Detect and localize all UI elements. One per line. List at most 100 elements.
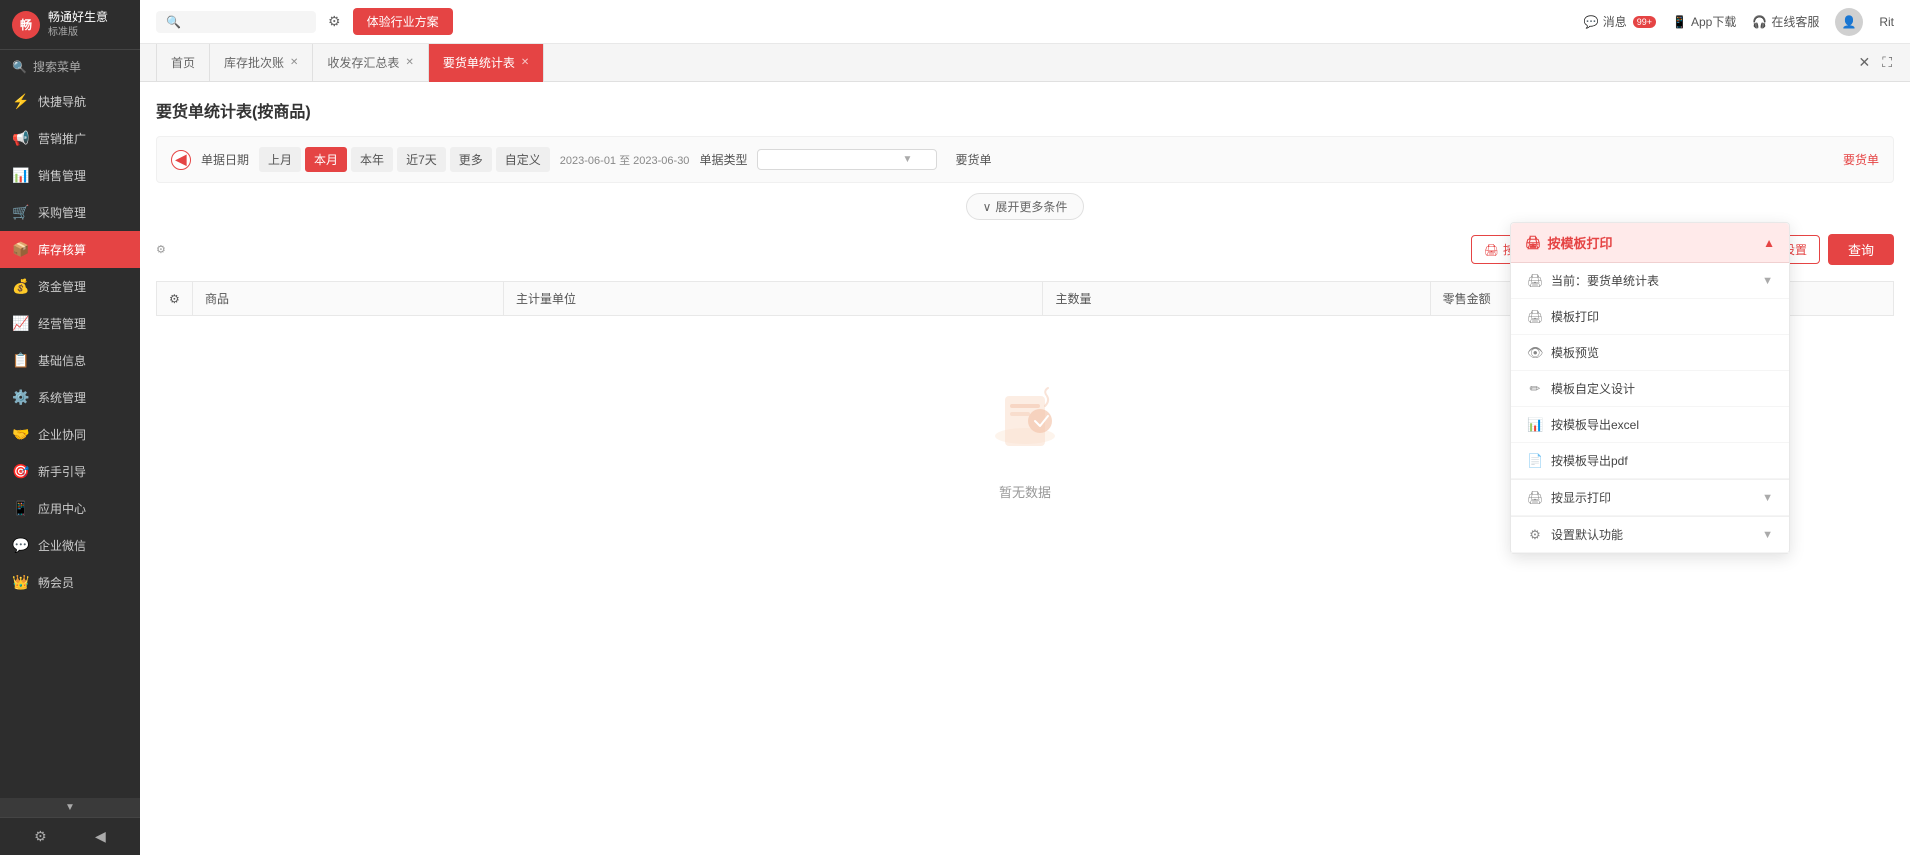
- app-logo: 畅 畅通好生意 标准版: [0, 0, 140, 50]
- dropdown-print-icon: 🖨: [1525, 235, 1542, 251]
- sidebar-item-marketing[interactable]: 📢 营销推广: [0, 120, 140, 157]
- sidebar-item-inventory[interactable]: 📦 库存核算: [0, 231, 140, 268]
- app-download-btn[interactable]: 📱 App下载: [1672, 13, 1736, 30]
- username-label[interactable]: Rit: [1879, 15, 1894, 29]
- purchase-icon: 🛒: [12, 204, 30, 221]
- sidebar-item-purchase[interactable]: 🛒 采购管理: [0, 194, 140, 231]
- date-btn-current-month[interactable]: 本月: [305, 147, 347, 172]
- wechat-icon: 💬: [12, 537, 30, 554]
- dropdown-item-export-excel[interactable]: 📊 按模板导出excel: [1511, 407, 1789, 443]
- tab-home[interactable]: 首页: [156, 44, 210, 82]
- template-preview-icon: 👁: [1527, 345, 1543, 361]
- sidebar-item-newbie[interactable]: 🎯 新手引导: [0, 453, 140, 490]
- table-col-unit: 主计量单位: [504, 282, 1043, 316]
- empty-text: 暂无数据: [999, 482, 1051, 501]
- online-service-btn[interactable]: 🎧 在线客服: [1752, 13, 1819, 30]
- display-print-icon: 🖨: [1527, 490, 1543, 506]
- collapse-sidebar-icon[interactable]: ◀: [95, 828, 106, 845]
- date-btn-last-7-days[interactable]: 近7天: [397, 147, 446, 172]
- sidebar-item-appstore[interactable]: 📱 应用中心: [0, 490, 140, 527]
- dropdown-section-display-print[interactable]: 🖨 按显示打印 ▼: [1511, 479, 1789, 516]
- sidebar-item-finance[interactable]: 💰 资金管理: [0, 268, 140, 305]
- table-col-quantity: 主数量: [1043, 282, 1430, 316]
- query-btn[interactable]: 查询: [1828, 234, 1894, 265]
- date-btn-custom[interactable]: 自定义: [496, 147, 550, 172]
- sidebar-item-enterprise[interactable]: 🤝 企业协同: [0, 416, 140, 453]
- sidebar-search[interactable]: 🔍 搜索菜单: [0, 50, 140, 83]
- user-avatar[interactable]: 👤: [1835, 8, 1863, 36]
- order-type-filter-label: 要货单: [1843, 151, 1879, 168]
- system-icon: ⚙️: [12, 389, 30, 406]
- logo-icon: 畅: [12, 11, 40, 39]
- settings-icon[interactable]: ⚙: [34, 828, 47, 845]
- type-label: 单据类型: [699, 151, 747, 168]
- tabs-bar: 首页 库存批次账 ✕ 收发存汇总表 ✕ 要货单统计表 ✕ ✕ ⛶: [140, 44, 1910, 82]
- empty-icon: [985, 376, 1065, 470]
- order-type-select[interactable]: ▼: [757, 149, 937, 170]
- sidebar-scroll-down[interactable]: ▼: [0, 798, 140, 817]
- sidebar-item-member[interactable]: 👑 畅会员: [0, 564, 140, 601]
- header-gear-icon[interactable]: ⚙: [328, 13, 341, 30]
- tab-inventory-batch[interactable]: 库存批次账 ✕: [210, 44, 313, 82]
- tab-close-inventory-batch[interactable]: ✕: [290, 58, 298, 68]
- sidebar-item-operations[interactable]: 📈 经营管理: [0, 305, 140, 342]
- sidebar-item-basic[interactable]: 📋 基础信息: [0, 342, 140, 379]
- online-service-icon: 🎧: [1752, 15, 1767, 29]
- print-icon: 🖨: [1484, 243, 1499, 257]
- tab-close-order-statistics[interactable]: ✕: [521, 58, 529, 68]
- export-excel-icon: 📊: [1527, 417, 1543, 433]
- default-func-icon: ⚙: [1527, 527, 1543, 543]
- template-print-icon: 🖨: [1527, 309, 1543, 325]
- sidebar-item-quick-nav[interactable]: ⚡ 快捷导航: [0, 83, 140, 120]
- quick-nav-icon: ⚡: [12, 93, 30, 110]
- select-arrow-icon: ▼: [903, 154, 913, 165]
- table-col-settings[interactable]: ⚙: [157, 282, 193, 316]
- current-arrow-icon: ▼: [1762, 275, 1773, 287]
- logo-text: 畅通好生意 标准版: [48, 10, 108, 39]
- page-title: 要货单统计表(按商品): [156, 98, 1894, 122]
- tab-receipt-summary[interactable]: 收发存汇总表 ✕: [313, 44, 428, 82]
- sales-icon: 📊: [12, 167, 30, 184]
- dropdown-item-template-design[interactable]: ✏ 模板自定义设计: [1511, 371, 1789, 407]
- dropdown-item-template-print[interactable]: 🖨 模板打印: [1511, 299, 1789, 335]
- filter-bar: ◀ 单据日期 上月 本月 本年 近7天 更多 自定义 2023-06-01 至 …: [156, 136, 1894, 183]
- dropdown-close-btn[interactable]: ▲: [1763, 236, 1775, 250]
- date-group: 上月 本月 本年 近7天 更多 自定义: [259, 147, 550, 172]
- expand-conditions-btn[interactable]: ∨ 展开更多条件: [966, 193, 1085, 220]
- header-search-box[interactable]: 🔍: [156, 11, 316, 33]
- window-controls: ✕ ⛶: [1856, 52, 1894, 73]
- top-header: 🔍 ⚙ 体验行业方案 💬 消息 99+ 📱 App下载 🎧 在线客服 👤 Rit: [140, 0, 1910, 44]
- default-func-arrow: ▼: [1762, 529, 1773, 541]
- newbie-icon: 🎯: [12, 463, 30, 480]
- main-area: 🔍 ⚙ 体验行业方案 💬 消息 99+ 📱 App下载 🎧 在线客服 👤 Rit: [140, 0, 1910, 855]
- date-btn-prev-month[interactable]: 上月: [259, 147, 301, 172]
- operations-icon: 📈: [12, 315, 30, 332]
- window-maximize-btn[interactable]: ⛶: [1880, 52, 1894, 73]
- dropdown-item-export-pdf[interactable]: 📄 按模板导出pdf: [1511, 443, 1789, 479]
- window-close-btn[interactable]: ✕: [1856, 52, 1872, 73]
- dropdown-item-template-preview[interactable]: 👁 模板预览: [1511, 335, 1789, 371]
- date-btn-current-year[interactable]: 本年: [351, 147, 393, 172]
- filter-expand-btn[interactable]: ◀: [171, 150, 191, 170]
- tab-order-statistics[interactable]: 要货单统计表 ✕: [429, 44, 544, 82]
- date-btn-more[interactable]: 更多: [450, 147, 492, 172]
- tab-close-receipt-summary[interactable]: ✕: [405, 58, 413, 68]
- export-pdf-icon: 📄: [1527, 453, 1543, 469]
- finance-icon: 💰: [12, 278, 30, 295]
- dropdown-current-label[interactable]: 🖨 当前：要货单统计表 ▼: [1511, 263, 1789, 299]
- sidebar-item-system[interactable]: ⚙️ 系统管理: [0, 379, 140, 416]
- marketing-icon: 📢: [12, 130, 30, 147]
- sidebar-item-sales[interactable]: 📊 销售管理: [0, 157, 140, 194]
- order-type-label: 要货单: [955, 151, 991, 168]
- messages-btn[interactable]: 💬 消息 99+: [1584, 13, 1656, 30]
- dropdown-header: 🖨 按模板打印 ▲: [1511, 223, 1789, 263]
- sidebar-nav: ⚡ 快捷导航 📢 营销推广 📊 销售管理 🛒 采购管理 📦 库存核算 💰 资金管…: [0, 83, 140, 798]
- sidebar-item-wechat[interactable]: 💬 企业微信: [0, 527, 140, 564]
- dropdown-section-default-func[interactable]: ⚙ 设置默认功能 ▼: [1511, 516, 1789, 553]
- gear-settings-icon[interactable]: ⚙: [156, 243, 166, 256]
- display-print-arrow: ▼: [1762, 492, 1773, 504]
- search-icon: 🔍: [12, 60, 27, 74]
- sidebar-footer: ⚙ ◀: [0, 817, 140, 855]
- trial-btn[interactable]: 体验行业方案: [353, 8, 453, 35]
- header-actions: 💬 消息 99+ 📱 App下载 🎧 在线客服 👤 Rit: [1584, 8, 1894, 36]
